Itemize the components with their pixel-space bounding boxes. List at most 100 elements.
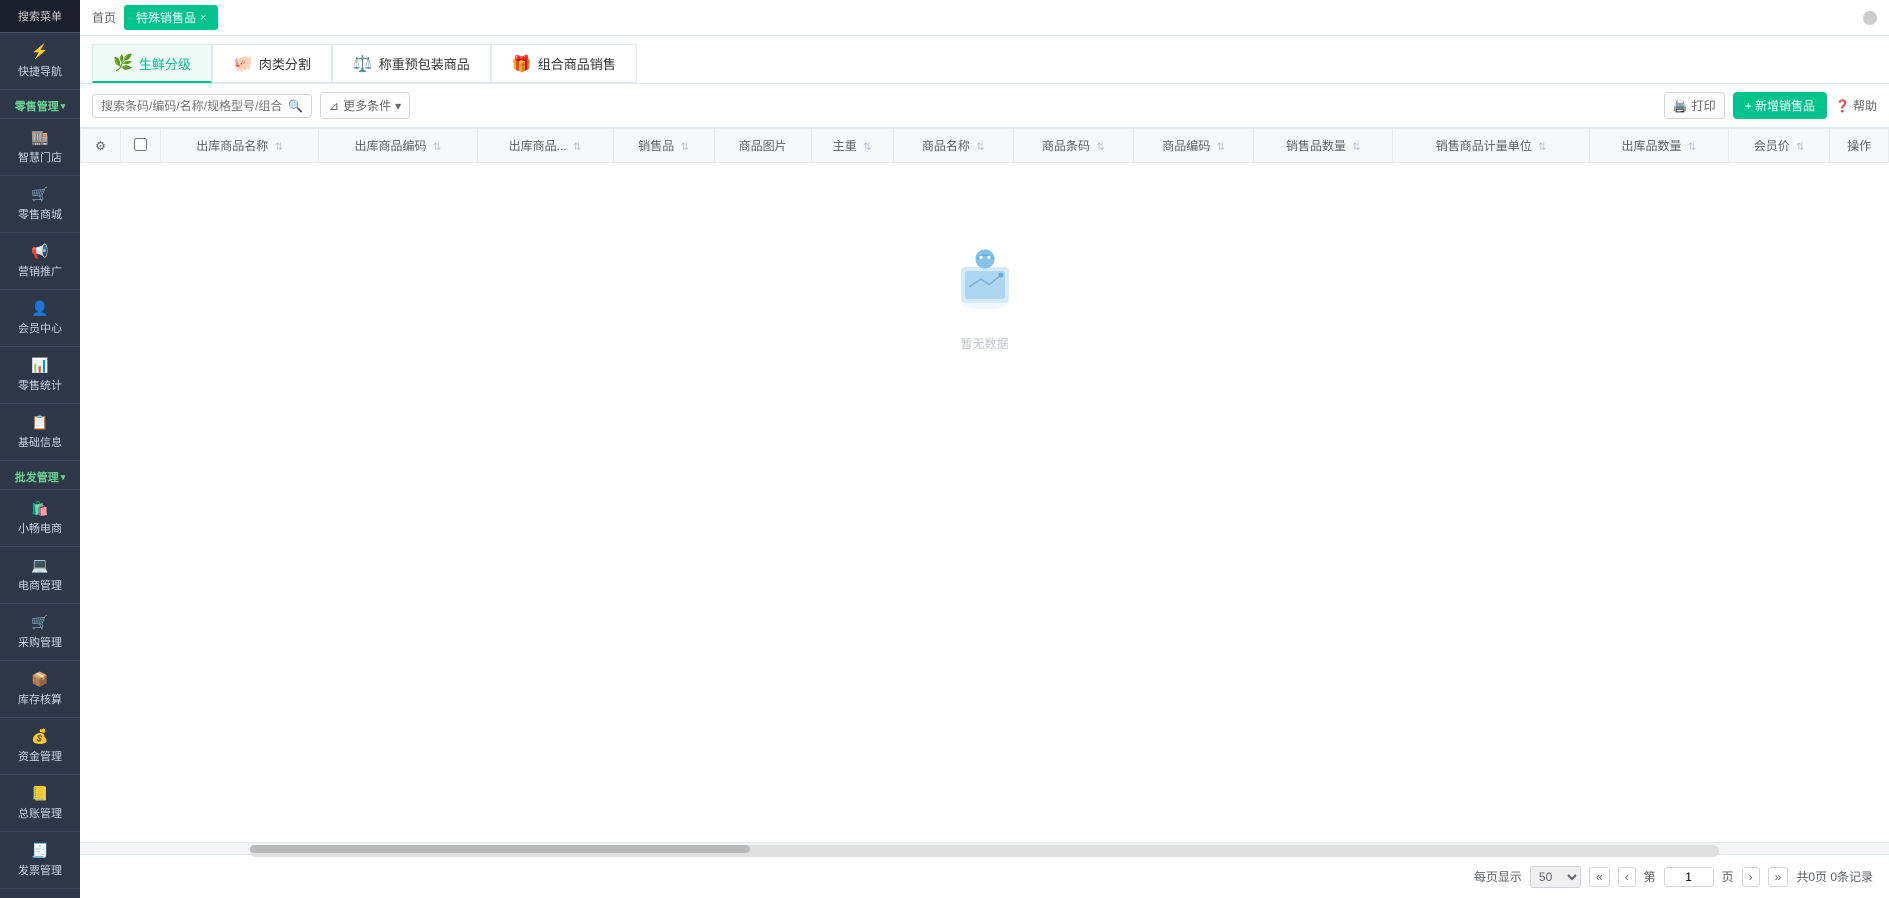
- user-avatar: [1863, 11, 1877, 25]
- sidebar-item-member-center[interactable]: 👤 会员中心: [0, 290, 80, 347]
- help-button[interactable]: ❓ 帮助: [1835, 97, 1877, 114]
- sidebar-item-label: 零售统计: [18, 377, 62, 393]
- empty-state: 暂无数据: [80, 163, 1889, 432]
- sidebar-item-wholesale-mgmt[interactable]: 批发管理 ▾: [0, 461, 80, 490]
- sidebar-item-inventory[interactable]: 📦 库存核算: [0, 661, 80, 718]
- prev-page-button[interactable]: ‹: [1618, 867, 1636, 887]
- sort-icon[interactable]: ⇅: [1688, 142, 1696, 153]
- page-number-input[interactable]: [1664, 867, 1714, 887]
- sidebar-logo[interactable]: 搜索菜单: [0, 0, 80, 33]
- sort-icon[interactable]: ⇅: [1217, 142, 1225, 153]
- sidebar-item-tax-mgmt[interactable]: 🏛️ 税务管理: [0, 889, 80, 898]
- quick-nav-icon: ⚡: [31, 43, 48, 60]
- active-tab-label: 特殊销售品: [136, 9, 196, 26]
- help-icon: ❓: [1835, 99, 1850, 113]
- th-member-price: 会员价 ⇅: [1729, 129, 1830, 163]
- active-tab[interactable]: 特殊销售品 ×: [124, 5, 218, 30]
- th-weight: 主重 ⇅: [811, 129, 893, 163]
- h-scrollbar-track: [250, 845, 1719, 857]
- th-sale-unit: 销售商品计量单位 ⇅: [1393, 129, 1589, 163]
- print-icon: 🖨️: [1673, 99, 1688, 113]
- sidebar-item-label: 电商管理: [18, 577, 62, 593]
- sidebar-item-label: 智慧门店: [18, 149, 62, 165]
- sidebar-item-ecom-mgmt[interactable]: 💻 电商管理: [0, 547, 80, 604]
- per-page-select[interactable]: 50 20 100: [1530, 866, 1581, 888]
- sidebar-item-retail-mgmt[interactable]: 零售管理 ▾: [0, 90, 80, 119]
- pagination-bar: 每页显示 50 20 100 « ‹ 第 页 › » 共0页 0条记录: [80, 854, 1889, 898]
- retail-stats-icon: 📊: [31, 357, 48, 374]
- sidebar-item-invoice-mgmt[interactable]: 🧾 发票管理: [0, 832, 80, 889]
- sort-icon[interactable]: ⇅: [976, 142, 984, 153]
- page-label-before: 第: [1644, 868, 1656, 885]
- table-container: ⚙ 出库商品名称 ⇅ 出库商品编码 ⇅ 出库商品... ⇅: [80, 128, 1889, 842]
- meat-cut-icon: 🐖: [233, 54, 253, 74]
- sidebar-item-capital-mgmt[interactable]: 💰 资金管理: [0, 718, 80, 775]
- sidebar-item-quick-nav[interactable]: ⚡ 快捷导航: [0, 33, 80, 90]
- add-sale-button[interactable]: + 新增销售品: [1733, 92, 1827, 119]
- close-tab-icon[interactable]: ×: [200, 12, 206, 24]
- th-settings[interactable]: ⚙: [81, 129, 121, 163]
- inventory-icon: 📦: [31, 671, 48, 688]
- next-page-button[interactable]: ›: [1742, 867, 1760, 887]
- capital-mgmt-icon: 💰: [31, 728, 48, 745]
- sidebar-item-smart-store[interactable]: 🏬 智慧门店: [0, 119, 80, 176]
- tab-label: 称重预包装商品: [379, 54, 470, 73]
- sort-icon[interactable]: ⇅: [433, 142, 441, 153]
- sidebar-item-purchase-mgmt[interactable]: 🛒 采购管理: [0, 604, 80, 661]
- toolbar-right: 🖨️ 打印 + 新增销售品 ❓ 帮助: [1664, 92, 1877, 119]
- sidebar-item-sales-promo[interactable]: 📢 营销推广: [0, 233, 80, 290]
- sidebar-item-basic-info[interactable]: 📋 基础信息: [0, 404, 80, 461]
- sort-icon[interactable]: ⇅: [1538, 142, 1546, 153]
- filter-icon: ⊿: [329, 99, 339, 113]
- sidebar-item-label: 营销推广: [18, 263, 62, 279]
- sidebar-item-mini-ecom[interactable]: 🛍️ 小畅电商: [0, 490, 80, 547]
- wholesale-mgmt-label: 批发管理: [15, 469, 59, 485]
- invoice-mgmt-icon: 🧾: [31, 842, 48, 859]
- smart-store-icon: 🏬: [31, 129, 48, 146]
- sidebar-item-general-ledger[interactable]: 📒 总账管理: [0, 775, 80, 832]
- sidebar-item-retail-stats[interactable]: 📊 零售统计: [0, 347, 80, 404]
- general-ledger-icon: 📒: [31, 785, 48, 802]
- search-input[interactable]: [101, 99, 284, 113]
- member-center-icon: 👤: [31, 300, 48, 317]
- th-goods-barcode: 商品条码 ⇅: [1013, 129, 1133, 163]
- th-sale-goods: 销售品 ⇅: [613, 129, 714, 163]
- print-label: 打印: [1692, 97, 1716, 114]
- sidebar-item-label: 小畅电商: [18, 520, 62, 536]
- sort-icon[interactable]: ⇅: [1096, 142, 1104, 153]
- th-checkbox[interactable]: [121, 129, 161, 163]
- sidebar-item-retail-mall[interactable]: 🛒 零售商城: [0, 176, 80, 233]
- weigh-pack-icon: ⚖️: [353, 54, 373, 74]
- sort-icon[interactable]: ⇅: [863, 142, 871, 153]
- h-scrollbar-thumb[interactable]: [250, 845, 750, 853]
- sort-icon[interactable]: ⇅: [1796, 142, 1804, 153]
- th-out-goods-extra: 出库商品... ⇅: [477, 129, 613, 163]
- sort-icon[interactable]: ⇅: [1352, 142, 1360, 153]
- print-button[interactable]: 🖨️ 打印: [1664, 92, 1725, 119]
- last-page-button[interactable]: »: [1768, 867, 1789, 887]
- th-out-goods-code: 出库商品编码 ⇅: [319, 129, 477, 163]
- main-content: 首页 特殊销售品 × 🌿 生鲜分级 🐖 肉类分割 ⚖️ 称重预包装商品 🎁 组合…: [80, 0, 1889, 898]
- home-link[interactable]: 首页: [92, 9, 116, 26]
- sidebar: 搜索菜单 ⚡ 快捷导航 零售管理 ▾ 🏬 智慧门店 🛒 零售商城 📢 营销推广 …: [0, 0, 80, 898]
- data-table: ⚙ 出库商品名称 ⇅ 出库商品编码 ⇅ 出库商品... ⇅: [80, 128, 1889, 163]
- toolbar-left: 🔍 ⊿ 更多条件 ▾: [92, 92, 410, 119]
- search-icon[interactable]: 🔍: [288, 99, 303, 113]
- per-page-label: 每页显示: [1474, 868, 1522, 885]
- sort-icon[interactable]: ⇅: [573, 142, 581, 153]
- h-scrollbar[interactable]: [80, 842, 1889, 854]
- tab-fresh-grade[interactable]: 🌿 生鲜分级: [92, 44, 212, 83]
- tab-weigh-pack[interactable]: ⚖️ 称重预包装商品: [332, 44, 491, 83]
- tab-combo-sale[interactable]: 🎁 组合商品销售: [491, 44, 637, 83]
- filter-button[interactable]: ⊿ 更多条件 ▾: [320, 92, 410, 119]
- select-all-checkbox[interactable]: [134, 138, 147, 151]
- page-label-after: 页: [1722, 868, 1734, 885]
- combo-sale-icon: 🎁: [512, 54, 532, 74]
- search-box[interactable]: 🔍: [92, 94, 312, 118]
- sort-icon[interactable]: ⇅: [275, 142, 283, 153]
- th-action: 操作: [1830, 129, 1889, 163]
- sort-icon[interactable]: ⇅: [681, 142, 689, 153]
- tab-meat-cut[interactable]: 🐖 肉类分割: [212, 44, 332, 83]
- first-page-button[interactable]: «: [1589, 867, 1610, 887]
- th-out-goods-name: 出库商品名称 ⇅: [161, 129, 319, 163]
